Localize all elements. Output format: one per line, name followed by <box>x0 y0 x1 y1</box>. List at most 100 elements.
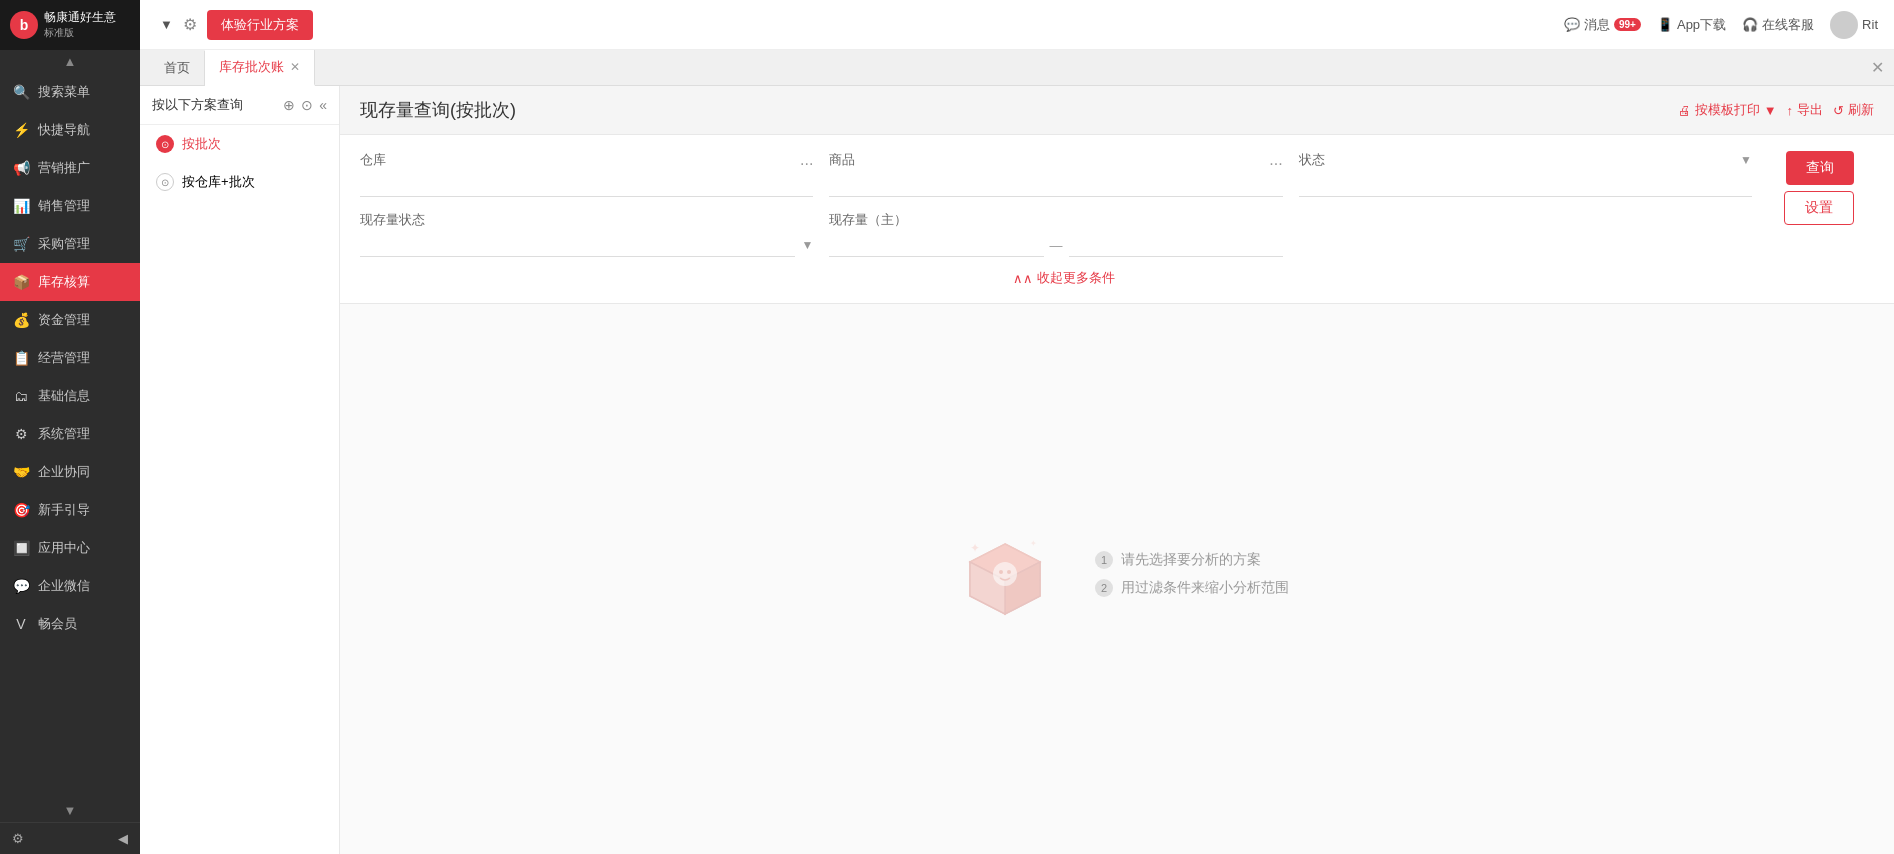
sidebar-item-采购管理[interactable]: 🛒 采购管理 <box>0 225 140 263</box>
sidebar-item-系统管理[interactable]: ⚙系统管理 <box>0 415 140 453</box>
status-dropdown-icon: ▼ <box>1740 153 1752 167</box>
user-name: Rit <box>1862 17 1878 32</box>
empty-hints: 1 请先选择要分析的方案 2 用过滤条件来缩小分析范围 <box>1095 551 1289 607</box>
nav-icon-12: 🔲 <box>12 539 30 557</box>
sidebar-item-畅会员[interactable]: V 畅会员 <box>0 605 140 643</box>
sidebar-footer: ⚙ ◀ <box>0 822 140 854</box>
inventory-status-select[interactable] <box>360 233 795 257</box>
tab-close-icon[interactable]: ✕ <box>290 60 300 74</box>
left-panel-title: 按以下方案查询 <box>152 96 243 114</box>
page-actions: 🖨 按模板打印 ▼ ↑ 导出 ↺ 刷新 <box>1678 101 1874 119</box>
inventory-qty-min[interactable] <box>829 233 1043 257</box>
sidebar-item-搜索菜单[interactable]: 🔍搜索菜单 <box>0 73 140 111</box>
hint-text-1: 请先选择要分析的方案 <box>1121 551 1261 569</box>
print-button[interactable]: 🖨 按模板打印 ▼ <box>1678 101 1777 119</box>
collapse-more-button[interactable]: ∧∧ 收起更多条件 <box>360 269 1768 287</box>
nav-icon-14: V <box>12 615 30 633</box>
empty-hint-1: 1 请先选择要分析的方案 <box>1095 551 1289 569</box>
sidebar-item-企业协同[interactable]: 🤝企业协同 <box>0 453 140 491</box>
sidebar-item-企业微信[interactable]: 💬企业微信 <box>0 567 140 605</box>
header-left: ▼ ⚙ 体验行业方案 <box>156 10 313 40</box>
phone-icon: 📱 <box>1657 17 1673 32</box>
status-input[interactable] <box>1299 173 1752 197</box>
hint-number-2: 2 <box>1095 579 1113 597</box>
sidebar-item-新手引导[interactable]: 🎯新手引导 <box>0 491 140 529</box>
sidebar-item-基础信息[interactable]: 🗂基础信息 <box>0 377 140 415</box>
sidebar-nav: 🔍搜索菜单 ⚡ 快捷导航 📢营销推广📊销售管理 🛒 采购管理 📦 库存核算 💰 资金管理 📋经营管理… <box>0 73 140 799</box>
inventory-status-label: 现存量状态 <box>360 212 425 227</box>
settings-scheme-icon[interactable]: ⊙ <box>301 97 313 113</box>
right-panel: 现存量查询(按批次) 🖨 按模板打印 ▼ ↑ 导出 ↺ 刷新 <box>340 86 1894 854</box>
nav-label-1: 快捷导航 <box>38 121 90 139</box>
collapse-more-label: 收起更多条件 <box>1037 269 1115 287</box>
sidebar-item-经营管理[interactable]: 📋经营管理 <box>0 339 140 377</box>
nav-icon-1: ⚡ <box>12 121 30 139</box>
messages-label: 消息 <box>1584 16 1610 34</box>
messages-badge: 99+ <box>1614 18 1641 31</box>
export-icon: ↑ <box>1787 103 1794 118</box>
sidebar-item-营销推广[interactable]: 📢营销推广 <box>0 149 140 187</box>
footer-collapse-btn[interactable]: ◀ <box>118 831 128 846</box>
product-dots-button[interactable]: ... <box>1269 151 1282 169</box>
nav-icon-3: 📊 <box>12 197 30 215</box>
nav-icon-10: 🤝 <box>12 463 30 481</box>
add-scheme-icon[interactable]: ⊕ <box>283 97 295 113</box>
online-service-button[interactable]: 🎧 在线客服 <box>1742 16 1814 34</box>
nav-label-11: 新手引导 <box>38 501 90 519</box>
sidebar-item-销售管理[interactable]: 📊销售管理 <box>0 187 140 225</box>
scheme-warehouse-label: 按仓库+批次 <box>182 173 255 191</box>
footer-settings-btn[interactable]: ⚙ <box>12 831 24 846</box>
main-area: ▼ ⚙ 体验行业方案 💬 消息 99+ 📱 App下载 🎧 在线客服 Rit <box>140 0 1894 854</box>
export-label: 导出 <box>1797 101 1823 119</box>
online-service-label: 在线客服 <box>1762 16 1814 34</box>
scheme-batch[interactable]: ⊙ 按批次 <box>140 125 339 163</box>
nav-label-6: 资金管理 <box>38 311 90 329</box>
nav-label-13: 企业微信 <box>38 577 90 595</box>
refresh-button[interactable]: ↺ 刷新 <box>1833 101 1874 119</box>
warehouse-dots-button[interactable]: ... <box>800 151 813 169</box>
chevron-up-icon: ∧∧ <box>1013 271 1033 286</box>
nav-icon-6: 💰 <box>12 311 30 329</box>
sidebar-item-快捷导航[interactable]: ⚡ 快捷导航 <box>0 111 140 149</box>
nav-label-8: 基础信息 <box>38 387 90 405</box>
svg-text:✦: ✦ <box>1030 539 1037 548</box>
left-panel-header: 按以下方案查询 ⊕ ⊙ « <box>140 86 339 125</box>
tab-inventory-batch[interactable]: 库存批次账 ✕ <box>205 50 315 86</box>
tab-home[interactable]: 首页 <box>150 51 205 85</box>
export-button[interactable]: ↑ 导出 <box>1787 101 1824 119</box>
sidebar-scroll-down[interactable]: ▼ <box>0 799 140 822</box>
set-button[interactable]: 设置 <box>1784 191 1854 225</box>
user-profile[interactable]: Rit <box>1830 11 1878 39</box>
gear-icon[interactable]: ⚙ <box>183 15 197 34</box>
header-dropdown[interactable]: ▼ <box>156 17 173 32</box>
scheme-warehouse-batch[interactable]: ⊙ 按仓库+批次 <box>140 163 339 201</box>
sidebar-scroll-up[interactable]: ▲ <box>0 50 140 73</box>
tab-bar-close-icon[interactable]: ✕ <box>1871 58 1884 77</box>
collapse-panel-icon[interactable]: « <box>319 97 327 113</box>
nav-label-4: 采购管理 <box>38 235 90 253</box>
message-icon: 💬 <box>1564 17 1580 32</box>
empty-illustration: ✦ ✦ <box>945 519 1065 639</box>
header-right: 💬 消息 99+ 📱 App下载 🎧 在线客服 Rit <box>1564 11 1878 39</box>
refresh-icon: ↺ <box>1833 103 1844 118</box>
nav-icon-4: 🛒 <box>12 235 30 253</box>
nav-icon-5: 📦 <box>12 273 30 291</box>
sidebar-item-资金管理[interactable]: 💰 资金管理 <box>0 301 140 339</box>
left-panel: 按以下方案查询 ⊕ ⊙ « ⊙ 按批次 ⊙ 按仓库+批次 <box>140 86 340 854</box>
print-dropdown-icon: ▼ <box>1764 103 1777 118</box>
left-panel-actions: ⊕ ⊙ « <box>283 97 327 113</box>
nav-label-14: 畅会员 <box>38 615 77 633</box>
tab-inventory-label: 库存批次账 <box>219 58 284 76</box>
product-input[interactable] <box>829 173 1282 197</box>
inventory-qty-max[interactable] <box>1069 233 1283 257</box>
messages-button[interactable]: 💬 消息 99+ <box>1564 16 1641 34</box>
sidebar-item-应用中心[interactable]: 🔲应用中心 <box>0 529 140 567</box>
tab-bar: 首页 库存批次账 ✕ ✕ <box>140 50 1894 86</box>
app-download-button[interactable]: 📱 App下载 <box>1657 16 1726 34</box>
app-edition: 标准版 <box>44 26 116 40</box>
nav-label-5: 库存核算 <box>38 273 90 291</box>
sidebar-item-库存核算[interactable]: 📦 库存核算 <box>0 263 140 301</box>
query-button[interactable]: 查询 <box>1786 151 1854 185</box>
warehouse-input[interactable] <box>360 173 813 197</box>
experience-industry-button[interactable]: 体验行业方案 <box>207 10 313 40</box>
